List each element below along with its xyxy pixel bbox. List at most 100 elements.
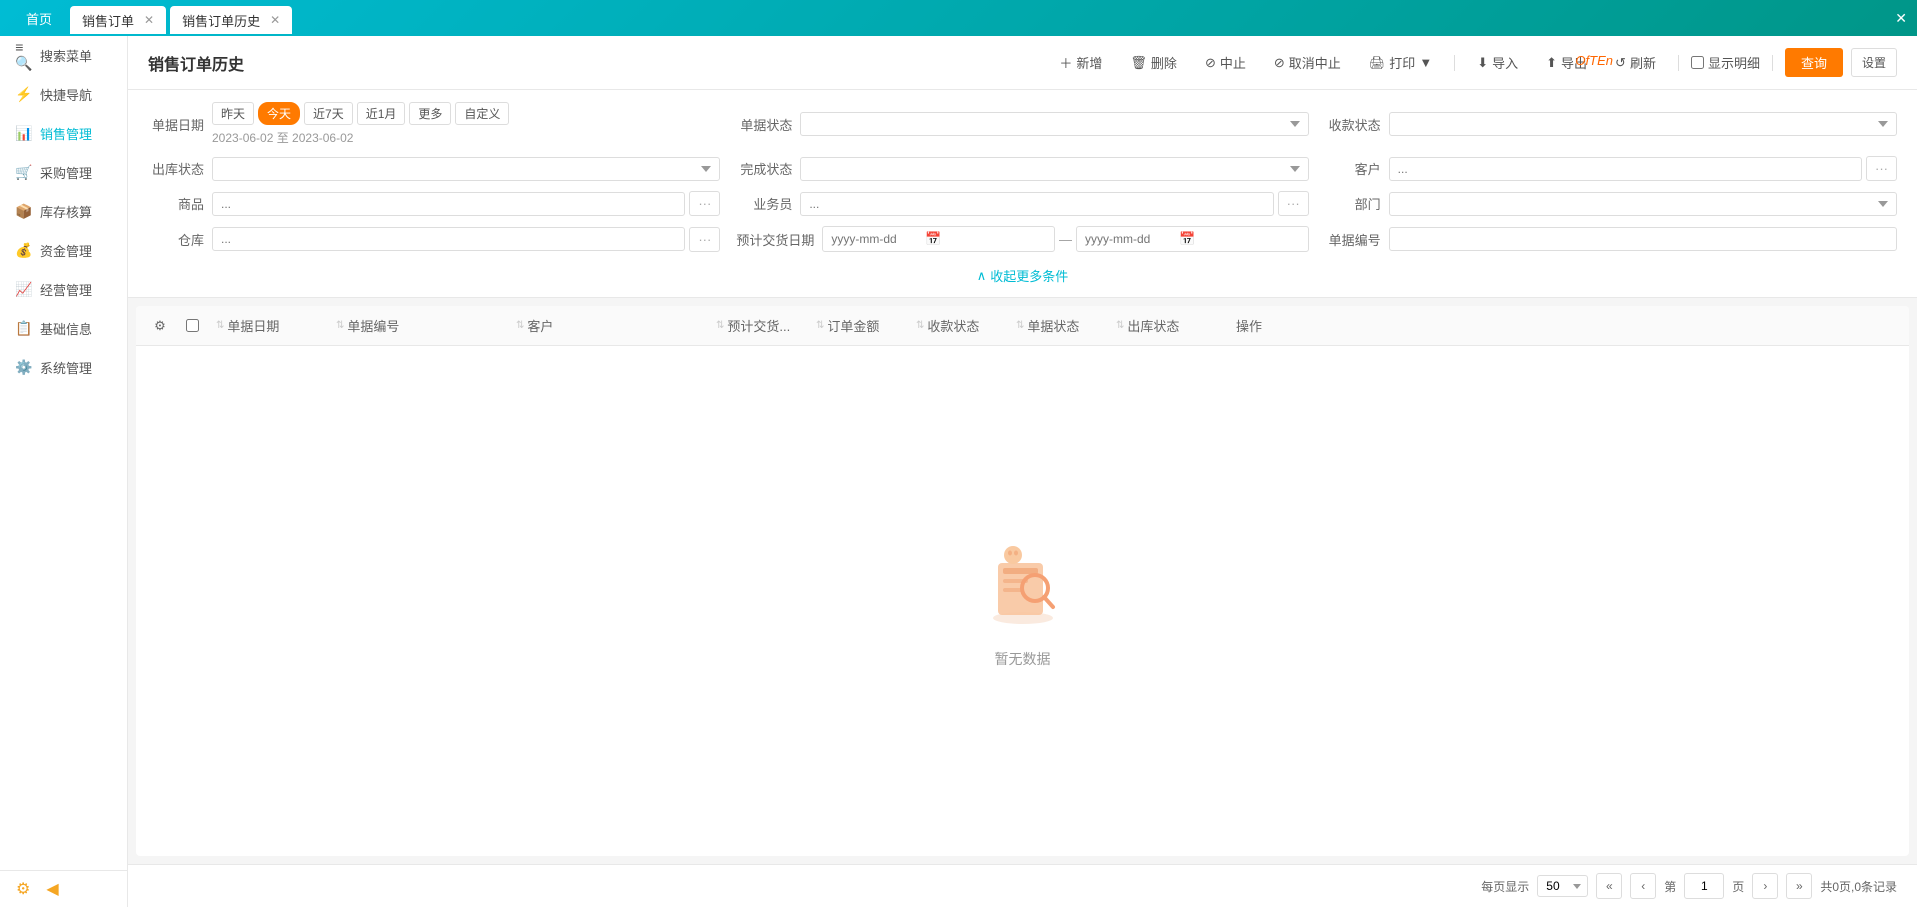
content-area: 销售订单历史 ＋ 新增 🗑 删除 ⊘ 中止 ⊘ 取消中止 [128, 36, 1917, 907]
import-button[interactable]: ⬇ 导入 [1467, 48, 1528, 77]
date-quick-yesterday[interactable]: 昨天 [212, 102, 254, 125]
tab-sales-order-history-close[interactable]: ✕ [270, 13, 280, 27]
filter-customer-control: ··· [1389, 156, 1897, 181]
sidebar-item-inventory-calc-label: 库存核算 [40, 202, 92, 221]
delivery-date-end-input[interactable] [1085, 232, 1175, 246]
settings-button[interactable]: 设置 [1851, 48, 1897, 77]
filter-collapse-row[interactable]: ∧ 收起更多条件 [148, 262, 1897, 285]
total-info: 共0页,0条记录 [1820, 878, 1897, 895]
date-quick-last1m[interactable]: 近1月 [357, 102, 406, 125]
prev-page-btn[interactable]: ‹ [1630, 873, 1656, 899]
order-status-select[interactable] [800, 112, 1308, 136]
refresh-button[interactable]: ↺ 刷新 [1605, 48, 1666, 77]
filter-product-label: 商品 [148, 194, 204, 213]
sidebar-item-sys-mgmt[interactable]: ⚙️ 系统管理 [0, 348, 127, 387]
col-header-delivery[interactable]: ⇅ 预计交货... [708, 316, 808, 335]
warehouse-picker-btn[interactable]: ··· [689, 227, 720, 252]
sidebar-item-sys-mgmt-label: 系统管理 [40, 358, 92, 377]
filter-completion-status-control [800, 157, 1308, 181]
sys-mgmt-icon: ⚙️ [16, 360, 32, 376]
sidebar-item-ops-mgmt[interactable]: 📈 经营管理 [0, 270, 127, 309]
receipt-status-select[interactable] [1389, 112, 1897, 136]
filter-receipt-status-label: 收款状态 [1325, 115, 1381, 134]
cancel-stop-icon: ⊘ [1274, 55, 1285, 71]
print-button[interactable]: 🖨 打印 ▼ [1359, 48, 1442, 77]
sort-order-no-icon: ⇅ [336, 320, 344, 331]
tab-home[interactable]: 首页 [10, 0, 68, 36]
display-detail-label: 显示明细 [1708, 53, 1760, 72]
page-number-input[interactable] [1684, 873, 1724, 899]
department-select[interactable] [1389, 192, 1897, 216]
filter-product: 商品 ··· [148, 191, 720, 216]
col-header-delivery-status[interactable]: ⇅ 出库状态 [1108, 316, 1228, 335]
import-icon: ⬇ [1477, 55, 1488, 71]
delete-icon: 🗑 [1130, 55, 1147, 71]
filter-delivery-status: 出库状态 [148, 157, 720, 181]
sidebar-item-purchase-mgmt[interactable]: 🛒 采购管理 [0, 153, 127, 192]
delivery-date-end-cal-icon[interactable]: 📅 [1179, 231, 1195, 247]
warehouse-input[interactable] [212, 227, 685, 251]
stop-button[interactable]: ⊘ 中止 [1195, 48, 1256, 77]
date-range-display: 2023-06-02 至 2023-06-02 [212, 129, 720, 146]
customer-input[interactable] [1389, 157, 1862, 181]
tab-sales-order[interactable]: 销售订单 ✕ [70, 6, 166, 34]
filter-order-status: 单据状态 [736, 112, 1308, 136]
col-header-amount[interactable]: ⇅ 订单金额 [808, 316, 908, 335]
customer-picker-btn[interactable]: ··· [1866, 156, 1897, 181]
completion-status-select[interactable] [800, 157, 1308, 181]
filter-row-3: 商品 ··· 业务员 ··· 部门 [148, 191, 1897, 216]
col-header-order-no[interactable]: ⇅ 单据编号 [328, 316, 508, 335]
date-quick-today[interactable]: 今天 [258, 102, 300, 125]
delete-button[interactable]: 🗑 删除 [1120, 48, 1187, 77]
per-page-label: 每页显示 [1481, 878, 1529, 895]
new-button[interactable]: ＋ 新增 [1049, 48, 1112, 77]
date-quick-custom[interactable]: 自定义 [455, 102, 509, 125]
toolbar-divider-1 [1454, 55, 1455, 71]
cancel-stop-button[interactable]: ⊘ 取消中止 [1264, 48, 1351, 77]
first-page-btn[interactable]: « [1596, 873, 1622, 899]
col-delivery-label: 预计交货... [727, 316, 790, 335]
order-no-input[interactable] [1389, 227, 1897, 251]
delivery-status-select[interactable] [212, 157, 720, 181]
sidebar-item-inventory-calc[interactable]: 📦 库存核算 [0, 192, 127, 231]
sidebar-item-search-menu[interactable]: ≡🔍 搜索菜单 [0, 36, 127, 75]
sidebar-item-quick-nav-label: 快捷导航 [40, 85, 92, 104]
date-quick-last7[interactable]: 近7天 [304, 102, 353, 125]
salesperson-input[interactable] [800, 192, 1273, 216]
sidebar-settings-icon[interactable]: ⚙ [16, 879, 30, 899]
filter-product-control: ··· [212, 191, 720, 216]
delivery-date-start-cal-icon[interactable]: 📅 [925, 231, 941, 247]
col-header-receipt-status[interactable]: ⇅ 收款状态 [908, 316, 1008, 335]
sidebar-item-basic-info-label: 基础信息 [40, 319, 92, 338]
product-picker-btn[interactable]: ··· [689, 191, 720, 216]
col-header-date[interactable]: ⇅ 单据日期 [208, 316, 328, 335]
select-all-checkbox[interactable] [186, 319, 199, 332]
date-quick-more[interactable]: 更多 [409, 102, 451, 125]
sidebar-item-quick-nav[interactable]: ⚡ 快捷导航 [0, 75, 127, 114]
tab-sales-order-history[interactable]: 销售订单历史 ✕ [170, 6, 292, 34]
col-header-order-status[interactable]: ⇅ 单据状态 [1008, 316, 1108, 335]
product-input[interactable] [212, 192, 685, 216]
sidebar-item-basic-info[interactable]: 📋 基础信息 [0, 309, 127, 348]
salesperson-picker-btn[interactable]: ··· [1278, 191, 1309, 216]
filter-salesperson-label: 业务员 [736, 194, 792, 213]
next-page-btn[interactable]: › [1752, 873, 1778, 899]
sidebar-collapse-icon[interactable]: ◀ [46, 879, 58, 899]
col-header-customer[interactable]: ⇅ 客户 [508, 316, 708, 335]
tab-sales-order-history-label: 销售订单历史 [182, 11, 260, 30]
display-detail-checkbox[interactable] [1691, 56, 1704, 69]
table-settings-btn[interactable]: ⚙ [144, 310, 176, 342]
window-close-btn[interactable]: ✕ [1895, 10, 1907, 27]
per-page-select[interactable]: 50 10 20 100 [1537, 875, 1588, 897]
search-button[interactable]: 查询 [1785, 48, 1843, 77]
filter-department-control [1389, 192, 1897, 216]
quick-nav-icon: ⚡ [16, 87, 32, 103]
last-page-btn[interactable]: » [1786, 873, 1812, 899]
tab-sales-order-close[interactable]: ✕ [144, 13, 154, 27]
filter-order-status-control [800, 112, 1308, 136]
sidebar-item-sales-mgmt[interactable]: 📊 销售管理 [0, 114, 127, 153]
delivery-date-start-input[interactable] [831, 232, 921, 246]
sidebar-item-search-menu-label: 搜索菜单 [40, 46, 92, 65]
display-detail-toggle[interactable]: 显示明细 [1691, 53, 1760, 72]
sidebar-item-fund-mgmt[interactable]: 💰 资金管理 [0, 231, 127, 270]
